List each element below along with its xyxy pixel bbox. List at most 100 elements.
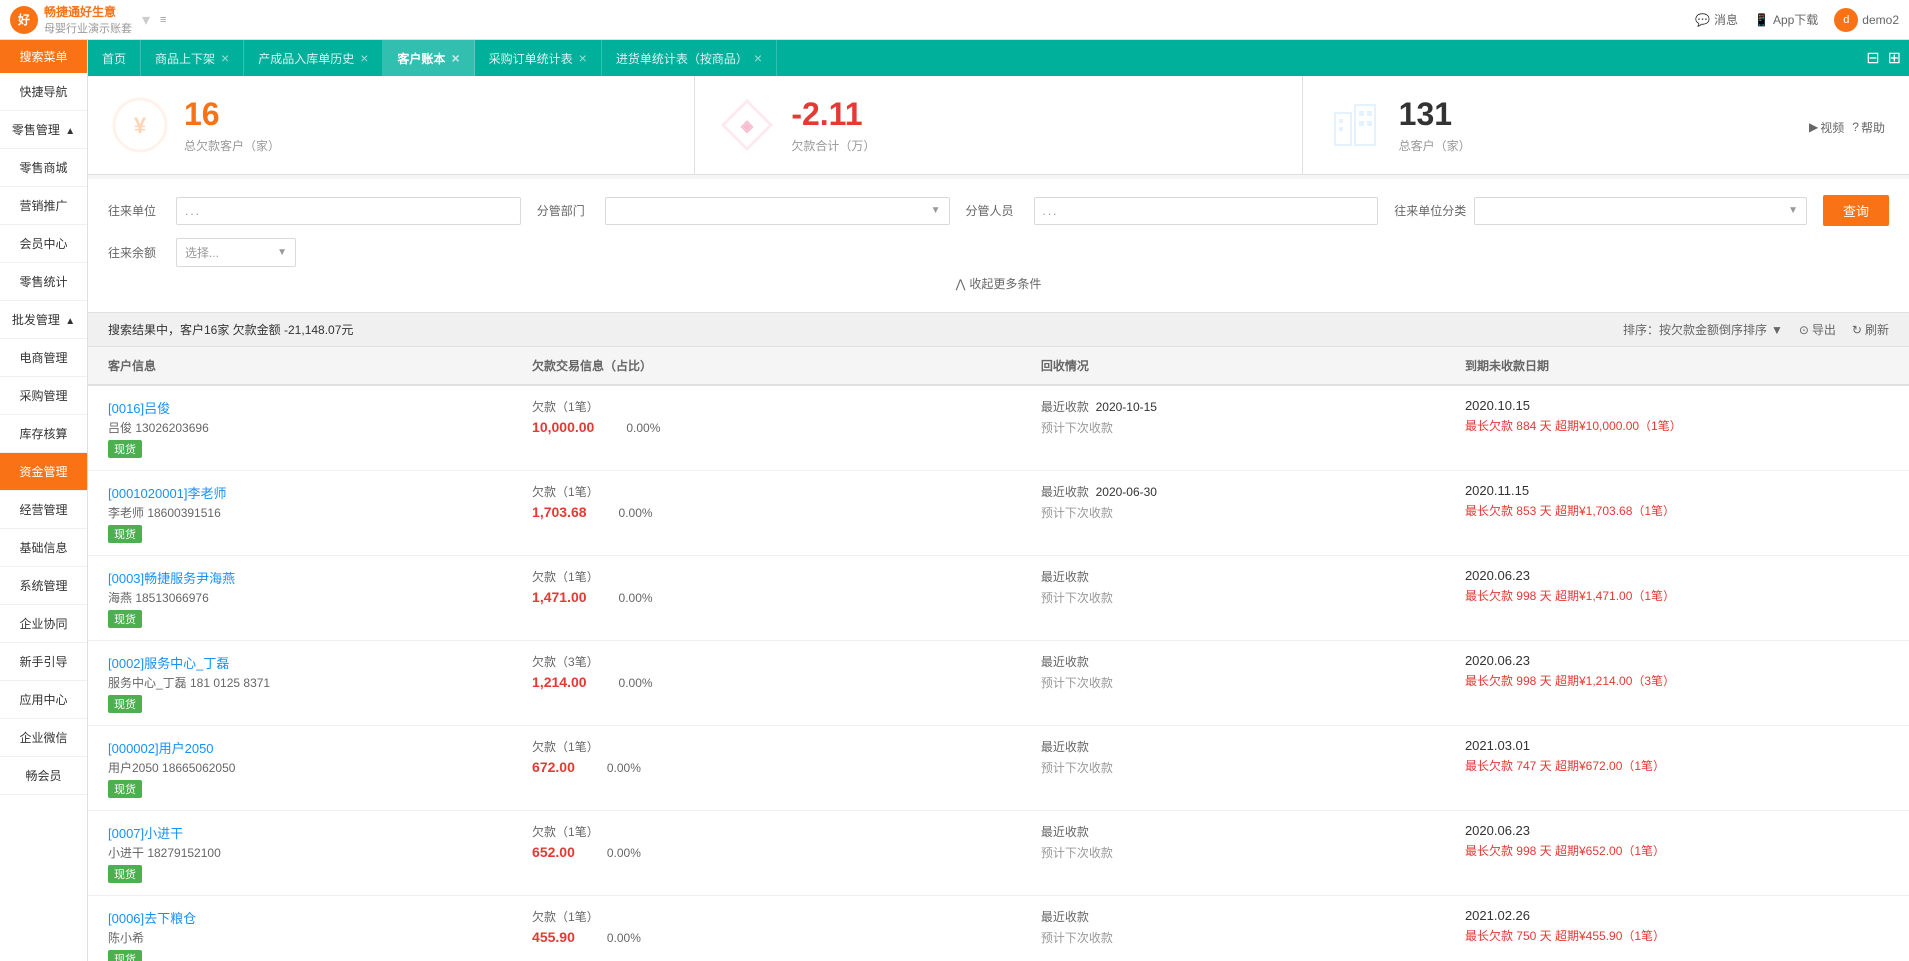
customer-tag-4: 现货 [108, 780, 142, 798]
sort-selector[interactable]: 排序：按欠款金额倒序排序 ▼ [1623, 321, 1783, 338]
filter-dept-select[interactable]: ▼ [605, 197, 950, 225]
customer-name-1[interactable]: [0001020001]李老师 [108, 483, 532, 502]
sidebar-item-purchase[interactable]: 采购管理 [0, 377, 87, 415]
sidebar-item-member2[interactable]: 畅会员 [0, 757, 87, 795]
filter-balance: 往来余额 选择... ▼ [108, 238, 1355, 267]
store-selector[interactable]: 母婴行业演示账套 [44, 20, 132, 36]
customer-name-5[interactable]: [0007]小进干 [108, 823, 532, 842]
store-dropdown-arrow[interactable]: ▾ [142, 10, 150, 30]
stat-info-1: 16 总欠款客户（家） [184, 96, 280, 154]
filter-balance-select[interactable]: 选择... ▼ [176, 238, 296, 267]
svg-text:¥: ¥ [134, 113, 147, 138]
debt-info-3: 欠款（3笔） 1,214.00 0.00% [532, 653, 1041, 690]
sidebar-item-app-center[interactable]: 应用中心 [0, 681, 87, 719]
sidebar-item-quick-nav[interactable]: 快捷导航 [0, 73, 87, 111]
due-info-0: 2020.10.15 最长欠款 884 天 超期¥10,000.00（1笔） [1465, 398, 1889, 434]
filter-row-1: 往来单位 ... 分管部门 ▼ [108, 195, 1889, 226]
chevron-down-icon-2: ▲ [65, 316, 75, 327]
tab-bar-end: ⊟ ⊞ [1858, 48, 1909, 68]
return-info-0: 最近收款 2020-10-15 预计下次收款 [1041, 398, 1465, 436]
filter-category: 往来单位分类 ▼ [1394, 197, 1807, 225]
customer-phone-6: 陈小希 [108, 929, 532, 946]
sidebar-item-wholesale[interactable]: 批发管理 ▲ [0, 301, 87, 339]
customer-tag-3: 现货 [108, 695, 142, 713]
return-info-2: 最近收款 预计下次收款 [1041, 568, 1465, 606]
sidebar-item-inventory[interactable]: 库存核算 [0, 415, 87, 453]
customer-name-2[interactable]: [0003]畅捷服务尹海燕 [108, 568, 532, 587]
menu-collapse[interactable]: ≡ [160, 14, 166, 26]
tab-close-customer[interactable]: × [451, 51, 459, 65]
filter-area: 往来单位 ... 分管部门 ▼ [88, 179, 1909, 313]
video-btn[interactable]: ▶ 视频 [1809, 119, 1844, 136]
filter-person: 分管人员 ... [966, 197, 1379, 225]
filter-row-2: 往来余额 选择... ▼ [108, 238, 1889, 267]
tab-close-goods[interactable]: × [754, 51, 762, 65]
customer-phone-1: 李老师 18600391516 [108, 504, 532, 521]
due-info-6: 2021.02.26 最长欠款 750 天 超期¥455.90（1笔） [1465, 908, 1889, 944]
help-btn[interactable]: ? 帮助 [1852, 119, 1885, 136]
sidebar-item-member[interactable]: 会员中心 [0, 225, 87, 263]
tab-close-purchase[interactable]: × [579, 51, 587, 65]
customer-name-0[interactable]: [0016]吕俊 [108, 398, 532, 417]
sidebar-item-marketing[interactable]: 营销推广 [0, 187, 87, 225]
sidebar-item-basic-info[interactable]: 基础信息 [0, 529, 87, 567]
sort-dropdown-icon: ▼ [1771, 323, 1783, 337]
sidebar-item-retail-mgmt[interactable]: 零售管理 ▲ [0, 111, 87, 149]
export-btn[interactable]: ⊙ 导出 [1799, 321, 1836, 338]
return-info-1: 最近收款 2020-06-30 预计下次收款 [1041, 483, 1465, 521]
top-bar: 好 畅捷通好生意 母婴行业演示账套 ▾ ≡ 💬 消息 📱 App下载 d dem… [0, 0, 1909, 40]
refresh-btn[interactable]: ↻ 刷新 [1852, 321, 1889, 338]
tab-close-products[interactable]: × [221, 51, 229, 65]
filter-supplier-input[interactable]: ... [176, 197, 521, 225]
return-info-3: 最近收款 预计下次收款 [1041, 653, 1465, 691]
help-icon: ? [1852, 120, 1859, 134]
sidebar: 搜索菜单 快捷导航 零售管理 ▲ 零售商城 营销推广 会员中心 零售统计 批发管… [0, 40, 88, 961]
sidebar-item-finance[interactable]: 资金管理 [0, 453, 87, 491]
yuan-icon: ¥ [112, 97, 168, 153]
table-row: [0007]小进干 小进干 18279152100 现货 欠款（1笔） 652.… [88, 811, 1909, 896]
tab-purchase-stats[interactable]: 采购订单统计表 × [475, 40, 602, 76]
sidebar-item-guide[interactable]: 新手引导 [0, 643, 87, 681]
sidebar-item-system[interactable]: 系统管理 [0, 567, 87, 605]
sidebar-item-enterprise-collab[interactable]: 企业协同 [0, 605, 87, 643]
message-btn[interactable]: 💬 消息 [1695, 11, 1738, 28]
stats-row: ¥ 16 总欠款客户（家） ◈ [88, 76, 1909, 175]
search-button[interactable]: 查询 [1823, 195, 1889, 226]
debt-info-2: 欠款（1笔） 1,471.00 0.00% [532, 568, 1041, 605]
due-info-4: 2021.03.01 最长欠款 747 天 超期¥672.00（1笔） [1465, 738, 1889, 774]
tab-minimize-icon[interactable]: ⊟ [1866, 48, 1879, 68]
logo-icon: 好 [10, 6, 38, 34]
svg-text:◈: ◈ [740, 118, 754, 135]
tab-home[interactable]: 首页 [88, 40, 141, 76]
stat-card-actions: ▶ 视频 ? 帮助 [1809, 115, 1885, 136]
return-info-5: 最近收款 预计下次收款 [1041, 823, 1465, 861]
customer-name-3[interactable]: [0002]服务中心_丁磊 [108, 653, 532, 672]
customer-tag-0: 现货 [108, 440, 142, 458]
tab-customer-account[interactable]: 客户账本 × [383, 40, 474, 76]
tab-maximize-icon[interactable]: ⊞ [1888, 48, 1901, 68]
sidebar-item-weixin[interactable]: 企业微信 [0, 719, 87, 757]
tab-production[interactable]: 产成品入库单历史 × [244, 40, 383, 76]
table-header: 客户信息 欠款交易信息（占比） 回收情况 到期未收款日期 [88, 347, 1909, 386]
sidebar-item-ecommerce[interactable]: 电商管理 [0, 339, 87, 377]
sidebar-item-retail-stats[interactable]: 零售统计 [0, 263, 87, 301]
filter-person-label: 分管人员 [966, 202, 1026, 219]
sidebar-item-operations[interactable]: 经营管理 [0, 491, 87, 529]
tab-products[interactable]: 商品上下架 × [141, 40, 244, 76]
app-download-btn[interactable]: 📱 App下载 [1754, 11, 1818, 28]
user-avatar[interactable]: d demo2 [1834, 8, 1899, 32]
stat-info-2: -2.11 欠款合计（万） [791, 96, 875, 154]
filter-category-select[interactable]: ▼ [1474, 197, 1807, 225]
tab-close-production[interactable]: × [360, 51, 368, 65]
customer-name-4[interactable]: [000002]用户2050 [108, 738, 532, 757]
customer-info-4: [000002]用户2050 用户2050 18665062050 现货 [108, 738, 532, 798]
sidebar-search[interactable]: 搜索菜单 [0, 40, 87, 73]
customer-name-6[interactable]: [0006]去下粮仓 [108, 908, 532, 927]
due-info-5: 2020.06.23 最长欠款 998 天 超期¥652.00（1笔） [1465, 823, 1889, 859]
logo-text: 畅捷通好生意 母婴行业演示账套 [44, 3, 132, 36]
customer-tag-2: 现货 [108, 610, 142, 628]
filter-person-input[interactable]: ... [1034, 197, 1379, 225]
sidebar-item-retail-mall[interactable]: 零售商城 [0, 149, 87, 187]
tab-purchase-goods[interactable]: 进货单统计表（按商品） × [602, 40, 777, 76]
collapse-btn[interactable]: ⋀ 收起更多条件 [108, 271, 1889, 296]
